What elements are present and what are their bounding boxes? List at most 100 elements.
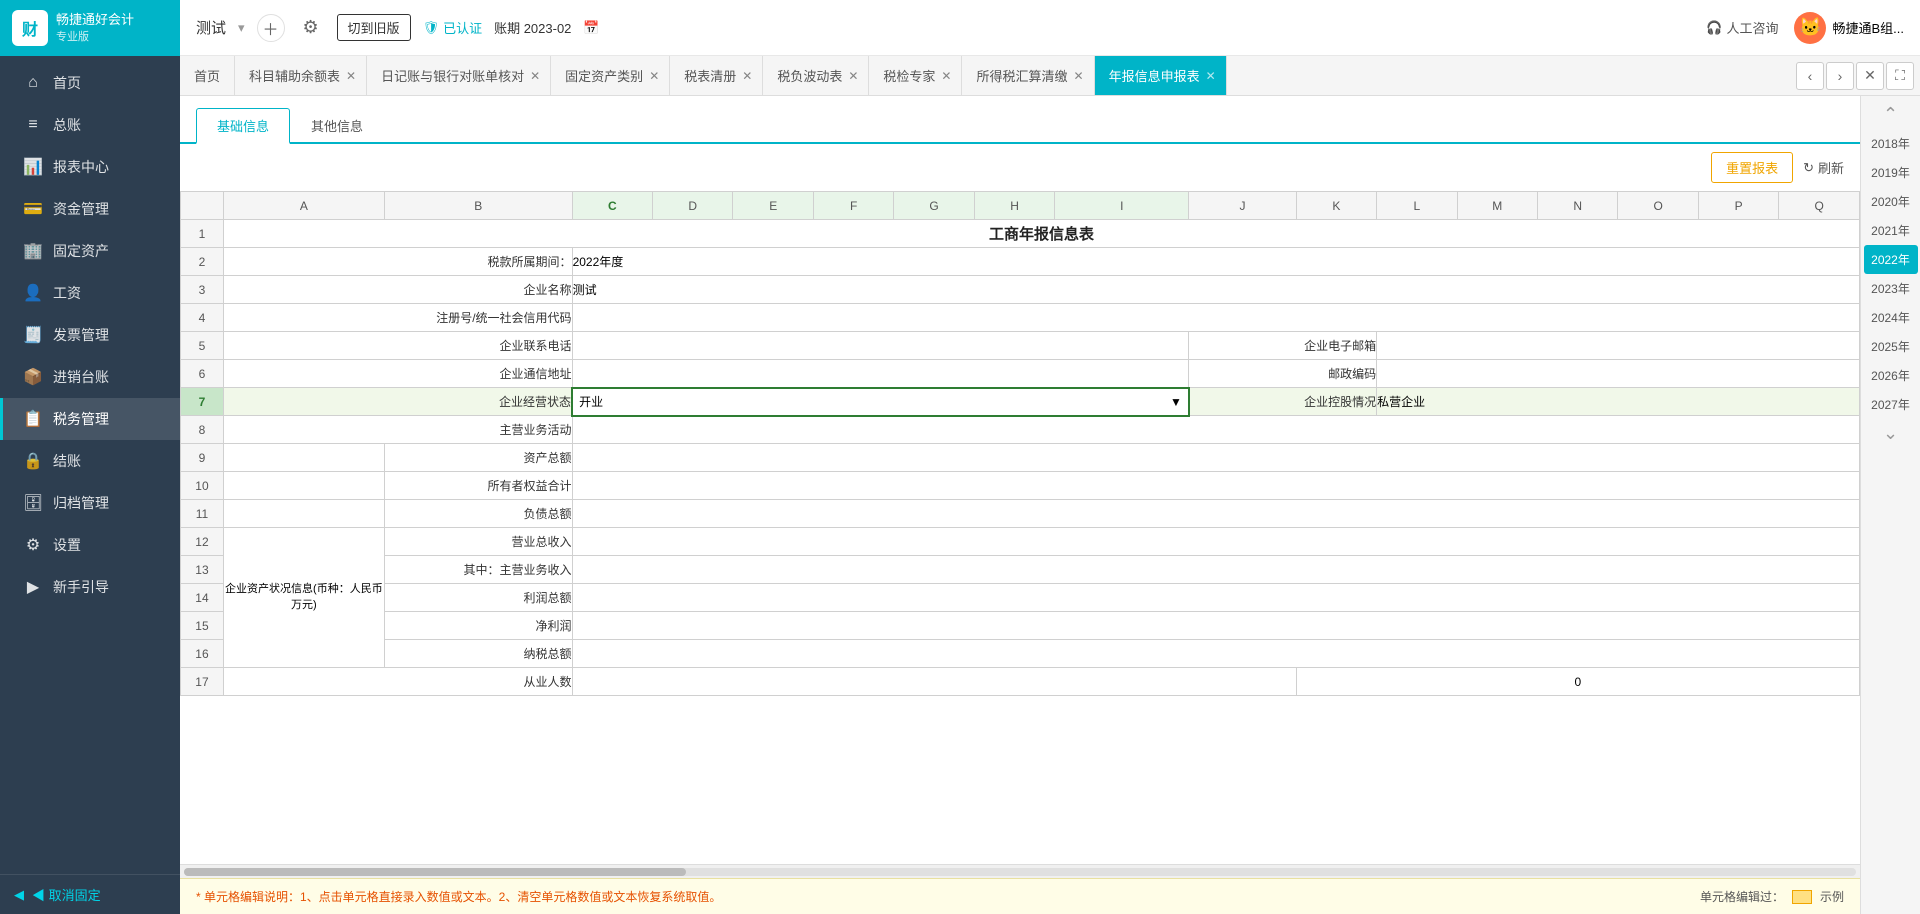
switch-to-old-button[interactable]: 切到旧版 <box>337 14 411 41</box>
total-assets-value-cell[interactable] <box>572 444 1859 472</box>
sidebar-item-ledger[interactable]: ≡ 总账 <box>0 104 180 146</box>
sidebar-item-assets[interactable]: 🏢 固定资产 <box>0 230 180 272</box>
tab-close-icon[interactable]: ✕ <box>530 69 540 83</box>
sidebar-item-home[interactable]: ⌂ 首页 <box>0 62 180 104</box>
col-header-k[interactable]: K <box>1296 192 1376 220</box>
year-item-2022[interactable]: 2022年 <box>1864 245 1918 274</box>
col-header-g[interactable]: G <box>894 192 974 220</box>
phone-value-cell[interactable] <box>572 332 1189 360</box>
scrollbar-track[interactable] <box>184 868 1856 876</box>
col-header-q[interactable]: Q <box>1779 192 1860 220</box>
col-header-m[interactable]: M <box>1457 192 1537 220</box>
sidebar-item-archive[interactable]: 🗄 归档管理 <box>0 482 180 524</box>
year-item-2024[interactable]: 2024年 <box>1864 303 1918 332</box>
equity-value-cell[interactable] <box>572 472 1859 500</box>
sub-tab-basic[interactable]: 基础信息 <box>196 108 290 144</box>
unpin-button[interactable]: ◀ ◀ 取消固定 <box>0 874 180 914</box>
tab-taxwave[interactable]: 税负波动表 ✕ <box>763 56 869 96</box>
calendar-icon[interactable]: 📅 <box>583 20 599 36</box>
address-value-cell[interactable] <box>572 360 1189 388</box>
col-header-f[interactable]: F <box>813 192 893 220</box>
settings-gear-button[interactable]: ⚙ <box>297 14 325 42</box>
tab-taxform[interactable]: 税表清册 ✕ <box>670 56 763 96</box>
sidebar-item-guide[interactable]: ▶ 新手引导 <box>0 566 180 608</box>
tab-prev-button[interactable]: ‹ <box>1796 62 1824 90</box>
spreadsheet-wrapper[interactable]: A B C D E F G H I J K L M <box>180 191 1860 864</box>
total-revenue-value-cell[interactable] <box>572 528 1859 556</box>
sidebar-item-inventory[interactable]: 📦 进销台账 <box>0 356 180 398</box>
refresh-button[interactable]: ↻ 刷新 <box>1803 158 1844 177</box>
sidebar-item-invoice[interactable]: 🧾 发票管理 <box>0 314 180 356</box>
tab-subject[interactable]: 科目辅助余额表 ✕ <box>235 56 367 96</box>
company-value-cell[interactable]: 测试 <box>572 276 1859 304</box>
dropdown-arrow-icon[interactable]: ▼ <box>1170 395 1182 409</box>
user-info[interactable]: 🐱 畅捷通B组... <box>1794 12 1904 44</box>
dropdown-container[interactable]: 开业 ▼ <box>573 391 1188 412</box>
liabilities-value-cell[interactable] <box>572 500 1859 528</box>
total-profit-value-cell[interactable] <box>572 584 1859 612</box>
col-header-d[interactable]: D <box>653 192 733 220</box>
sidebar-item-capital[interactable]: 💳 资金管理 <box>0 188 180 230</box>
col-header-h[interactable]: H <box>974 192 1054 220</box>
year-item-2027[interactable]: 2027年 <box>1864 390 1918 419</box>
reg-value-cell[interactable] <box>572 304 1859 332</box>
employees-value-cell[interactable] <box>572 668 1296 696</box>
biz-status-dropdown-cell[interactable]: 开业 ▼ <box>572 388 1189 416</box>
add-button[interactable]: ＋ <box>257 14 285 42</box>
net-profit-value-cell[interactable] <box>572 612 1859 640</box>
title-cell[interactable]: 工商年报信息表 <box>223 220 1859 248</box>
scrollbar-thumb[interactable] <box>184 868 686 876</box>
tab-close-icon[interactable]: ✕ <box>941 69 951 83</box>
tab-close-icon[interactable]: ✕ <box>848 69 858 83</box>
sub-tab-other[interactable]: 其他信息 <box>290 108 384 142</box>
tab-next-button[interactable]: › <box>1826 62 1854 90</box>
sidebar-item-payroll[interactable]: 👤 工资 <box>0 272 180 314</box>
total-tax-value-cell[interactable] <box>572 640 1859 668</box>
sidebar-item-settings[interactable]: ⚙ 设置 <box>0 524 180 566</box>
sidebar-item-reports[interactable]: 📊 报表中心 <box>0 146 180 188</box>
col-header-p[interactable]: P <box>1698 192 1778 220</box>
col-header-c[interactable]: C <box>572 192 652 220</box>
tab-close-active-icon[interactable]: ✕ <box>1206 69 1216 83</box>
year-item-2019[interactable]: 2019年 <box>1864 158 1918 187</box>
sidebar-item-close[interactable]: 🔒 结账 <box>0 440 180 482</box>
year-item-2025[interactable]: 2025年 <box>1864 332 1918 361</box>
holding-value-cell[interactable]: 私营企业 <box>1377 388 1860 416</box>
sidebar-item-tax[interactable]: 📋 税务管理 <box>0 398 180 440</box>
tab-income[interactable]: 所得税汇算清缴 ✕ <box>962 56 1094 96</box>
tab-home[interactable]: 首页 <box>180 56 235 96</box>
dropdown-arrow-icon[interactable]: ▾ <box>238 20 245 36</box>
tab-journal[interactable]: 日记账与银行对账单核对 ✕ <box>367 56 551 96</box>
tab-close-icon[interactable]: ✕ <box>742 69 752 83</box>
col-header-e[interactable]: E <box>733 192 813 220</box>
zipcode-value-cell[interactable] <box>1377 360 1860 388</box>
tab-close-icon[interactable]: ✕ <box>346 69 356 83</box>
consult-button[interactable]: 🎧 人工咨询 <box>1706 18 1778 37</box>
period-value-cell[interactable]: 2022年度 <box>572 248 1859 276</box>
year-item-2021[interactable]: 2021年 <box>1864 216 1918 245</box>
main-revenue-value-cell[interactable] <box>572 556 1859 584</box>
tab-close-icon[interactable]: ✕ <box>1074 69 1084 83</box>
col-header-j[interactable]: J <box>1189 192 1296 220</box>
col-header-o[interactable]: O <box>1618 192 1698 220</box>
col-header-l[interactable]: L <box>1377 192 1457 220</box>
tab-close-icon[interactable]: ✕ <box>649 69 659 83</box>
tab-close-all-button[interactable]: ✕ <box>1856 62 1884 90</box>
year-item-2026[interactable]: 2026年 <box>1864 361 1918 390</box>
reset-report-button[interactable]: 重置报表 <box>1711 152 1793 183</box>
year-item-2018[interactable]: 2018年 <box>1864 129 1918 158</box>
tab-annual[interactable]: 年报信息申报表 ✕ <box>1095 56 1227 96</box>
col-header-a[interactable]: A <box>223 192 384 220</box>
year-up-button[interactable]: ⌃ <box>1879 100 1902 129</box>
email-value-cell[interactable] <box>1377 332 1860 360</box>
tab-taxcheck[interactable]: 税检专家 ✕ <box>869 56 962 96</box>
horizontal-scrollbar[interactable] <box>180 864 1860 878</box>
col-header-i[interactable]: I <box>1055 192 1189 220</box>
year-item-2023[interactable]: 2023年 <box>1864 274 1918 303</box>
year-item-2020[interactable]: 2020年 <box>1864 187 1918 216</box>
col-header-b[interactable]: B <box>384 192 572 220</box>
year-down-button[interactable]: ⌄ <box>1879 419 1902 448</box>
tab-expand-button[interactable]: ⛶ <box>1886 62 1914 90</box>
main-biz-value-cell[interactable] <box>572 416 1859 444</box>
employees-num-cell[interactable]: 0 <box>1296 668 1859 696</box>
